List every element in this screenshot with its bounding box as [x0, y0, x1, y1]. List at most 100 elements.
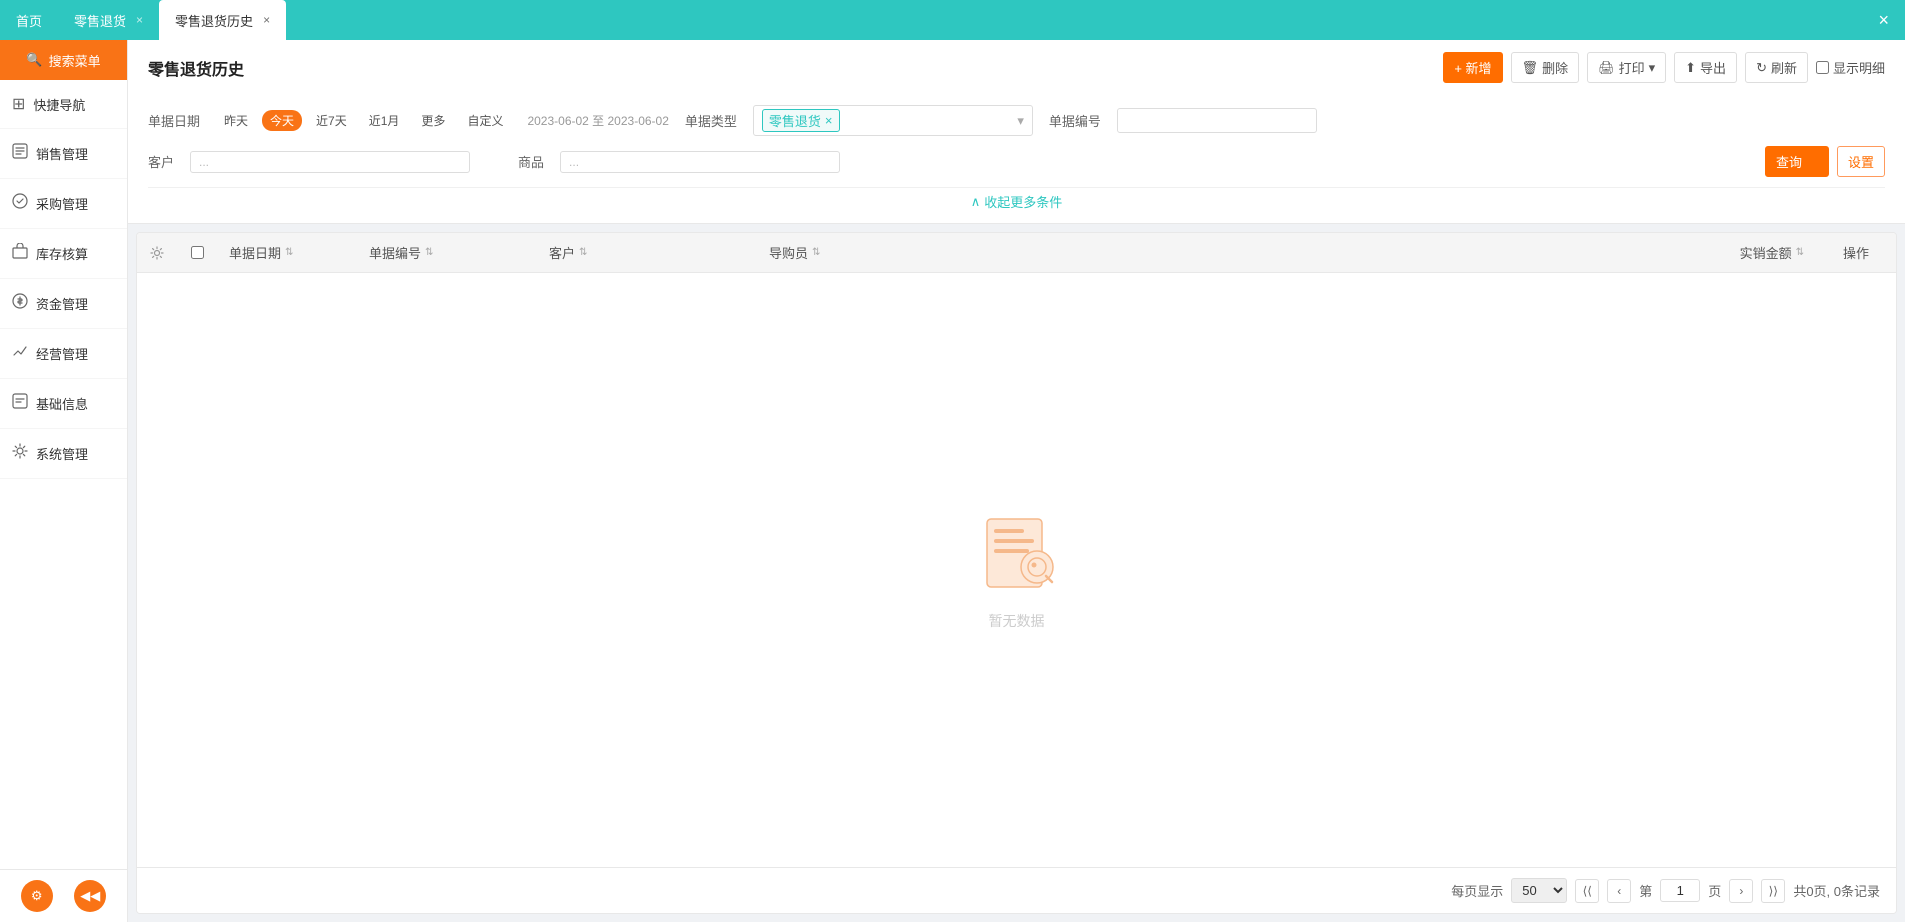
- tab-retail-return[interactable]: 零售退货 ×: [58, 0, 159, 40]
- sidebar-item-inventory-label: 库存核算: [36, 244, 88, 263]
- print-button[interactable]: 🖨 打印 ▾: [1587, 52, 1666, 83]
- query-button[interactable]: 查询: [1765, 146, 1829, 177]
- collapse-up-icon: ∧: [971, 194, 981, 210]
- page-label: 第: [1639, 881, 1652, 900]
- total-info: 共0页, 0条记录: [1793, 881, 1880, 900]
- export-label: 导出: [1700, 58, 1726, 77]
- tab-retail-return-history-close[interactable]: ×: [263, 13, 270, 27]
- sidebar-item-basic-info[interactable]: 基础信息: [0, 379, 127, 429]
- sidebar-menu: ⊞ 快捷导航 销售管理 采购管理 库存核算: [0, 80, 127, 869]
- next-page-btn[interactable]: ›: [1729, 879, 1753, 903]
- date-custom[interactable]: 自定义: [459, 110, 511, 131]
- page-input[interactable]: [1660, 879, 1700, 902]
- tab-home-label: 首页: [16, 11, 42, 30]
- settings-bottom-icon: ⚙: [31, 888, 43, 904]
- page-suffix: 页: [1708, 881, 1721, 900]
- tab-retail-return-close[interactable]: ×: [136, 13, 143, 27]
- customer-placeholder: ...: [199, 155, 209, 169]
- th-checkbox[interactable]: [177, 246, 217, 259]
- sidebar-item-finance[interactable]: 资金管理: [0, 279, 127, 329]
- sidebar-search-label: 搜索菜单: [49, 51, 101, 70]
- sidebar: 🔍 搜索菜单 ⊞ 快捷导航 销售管理 采购管理: [0, 40, 128, 922]
- th-bill-no-sort[interactable]: ⇅: [425, 247, 433, 258]
- search-icon: 🔍: [26, 52, 42, 68]
- bill-type-tag-close[interactable]: ×: [825, 113, 833, 128]
- tab-retail-return-history[interactable]: 零售退货历史 ×: [159, 0, 286, 40]
- show-detail-label: 显示明细: [1833, 58, 1885, 77]
- sidebar-item-basic-info-label: 基础信息: [36, 394, 88, 413]
- bill-no-input[interactable]: [1117, 108, 1317, 133]
- print-chevron: ▾: [1649, 60, 1656, 76]
- print-label: 打印: [1619, 58, 1645, 77]
- th-guide-sort[interactable]: ⇅: [812, 247, 820, 258]
- show-detail-checkbox[interactable]: [1816, 61, 1829, 74]
- th-amount-label: 实销金额: [1740, 243, 1792, 262]
- content-area: 零售退货历史 + 新增 🗑 删除 🖨 打印 ▾ ⬆: [128, 40, 1905, 922]
- bill-type-label: 单据类型: [685, 111, 737, 130]
- date-today[interactable]: 今天: [262, 110, 302, 131]
- date-more[interactable]: 更多: [413, 110, 453, 131]
- delete-button[interactable]: 🗑 删除: [1511, 52, 1580, 83]
- per-page-label: 每页显示: [1451, 881, 1503, 900]
- date-1month[interactable]: 近1月: [361, 110, 408, 131]
- sidebar-item-inventory[interactable]: 库存核算: [0, 229, 127, 279]
- system-icon: [12, 443, 28, 464]
- sidebar-item-quick-nav-label: 快捷导航: [33, 95, 85, 114]
- delete-icon: 🗑: [1522, 60, 1539, 76]
- sidebar-item-system-label: 系统管理: [36, 444, 88, 463]
- top-bar: 首页 零售退货 × 零售退货历史 × ×: [0, 0, 1905, 40]
- sidebar-item-purchase-mgmt[interactable]: 采购管理: [0, 179, 127, 229]
- music-bottom-icon: ◀◀: [80, 888, 100, 904]
- goods-select[interactable]: ...: [560, 151, 840, 173]
- settings-bottom-btn[interactable]: ⚙: [21, 880, 53, 912]
- show-detail-checkbox-label[interactable]: 显示明细: [1816, 58, 1885, 77]
- filter-row-1: 单据日期 昨天 今天 近7天 近1月 更多 自定义 2023-06-02 至 2…: [148, 105, 1885, 136]
- refresh-button[interactable]: ↻ 刷新: [1745, 52, 1808, 83]
- filter-settings-label: 设置: [1848, 152, 1874, 171]
- filter-collapse[interactable]: ∧ 收起更多条件: [148, 187, 1885, 215]
- query-label: 查询: [1776, 152, 1802, 171]
- customer-select[interactable]: ...: [190, 151, 470, 173]
- date-yesterday[interactable]: 昨天: [216, 110, 256, 131]
- th-settings[interactable]: [137, 246, 177, 260]
- bill-type-select[interactable]: 零售退货 × ▾: [753, 105, 1033, 136]
- per-page-select[interactable]: 50 10 20 100: [1511, 878, 1567, 903]
- sidebar-search[interactable]: 🔍 搜索菜单: [0, 40, 127, 80]
- first-page-btn[interactable]: ⟨⟨: [1575, 879, 1599, 903]
- sidebar-item-sales-mgmt[interactable]: 销售管理: [0, 129, 127, 179]
- th-date-sort[interactable]: ⇅: [285, 247, 293, 258]
- music-bottom-btn[interactable]: ◀◀: [74, 880, 106, 912]
- date-7days[interactable]: 近7天: [308, 110, 355, 131]
- th-amount: 实销金额 ⇅: [1686, 243, 1816, 262]
- sidebar-item-purchase-label: 采购管理: [36, 194, 88, 213]
- sidebar-item-sales-label: 销售管理: [36, 144, 88, 163]
- date-filter-label: 单据日期: [148, 111, 200, 130]
- th-ops-label: 操作: [1843, 243, 1869, 262]
- filter-settings-button[interactable]: 设置: [1837, 146, 1885, 177]
- page-title: 零售退货历史: [148, 56, 244, 80]
- table-container: 单据日期 ⇅ 单据编号 ⇅ 客户 ⇅ 导购员 ⇅ 实销金额 ⇅: [136, 232, 1897, 914]
- bill-type-tag: 零售退货 ×: [762, 109, 840, 132]
- th-date: 单据日期 ⇅: [217, 243, 357, 262]
- sidebar-item-system-mgmt[interactable]: 系统管理: [0, 429, 127, 479]
- goods-placeholder: ...: [569, 155, 579, 169]
- select-all-checkbox[interactable]: [191, 246, 204, 259]
- last-page-btn[interactable]: ⟩⟩: [1761, 879, 1785, 903]
- tab-retail-return-label: 零售退货: [74, 11, 126, 30]
- export-button[interactable]: ⬆ 导出: [1674, 52, 1737, 83]
- filter-row-2: 客户 ... 商品 ... 查询 设置: [148, 146, 1885, 177]
- th-date-label: 单据日期: [229, 243, 281, 262]
- top-bar-right: ×: [1878, 10, 1905, 31]
- sidebar-item-finance-label: 资金管理: [36, 294, 88, 313]
- sidebar-item-operations[interactable]: 经营管理: [0, 329, 127, 379]
- add-button[interactable]: + 新增: [1443, 52, 1502, 83]
- sidebar-item-quick-nav[interactable]: ⊞ 快捷导航: [0, 80, 127, 129]
- th-amount-sort[interactable]: ⇅: [1796, 247, 1804, 258]
- main-layout: 🔍 搜索菜单 ⊞ 快捷导航 销售管理 采购管理: [0, 40, 1905, 922]
- customer-label: 客户: [148, 152, 174, 171]
- th-customer-sort[interactable]: ⇅: [579, 247, 587, 258]
- close-window-icon[interactable]: ×: [1878, 10, 1889, 31]
- tab-home[interactable]: 首页: [0, 0, 58, 40]
- prev-page-btn[interactable]: ‹: [1607, 879, 1631, 903]
- page-header: 零售退货历史 + 新增 🗑 删除 🖨 打印 ▾ ⬆: [128, 40, 1905, 224]
